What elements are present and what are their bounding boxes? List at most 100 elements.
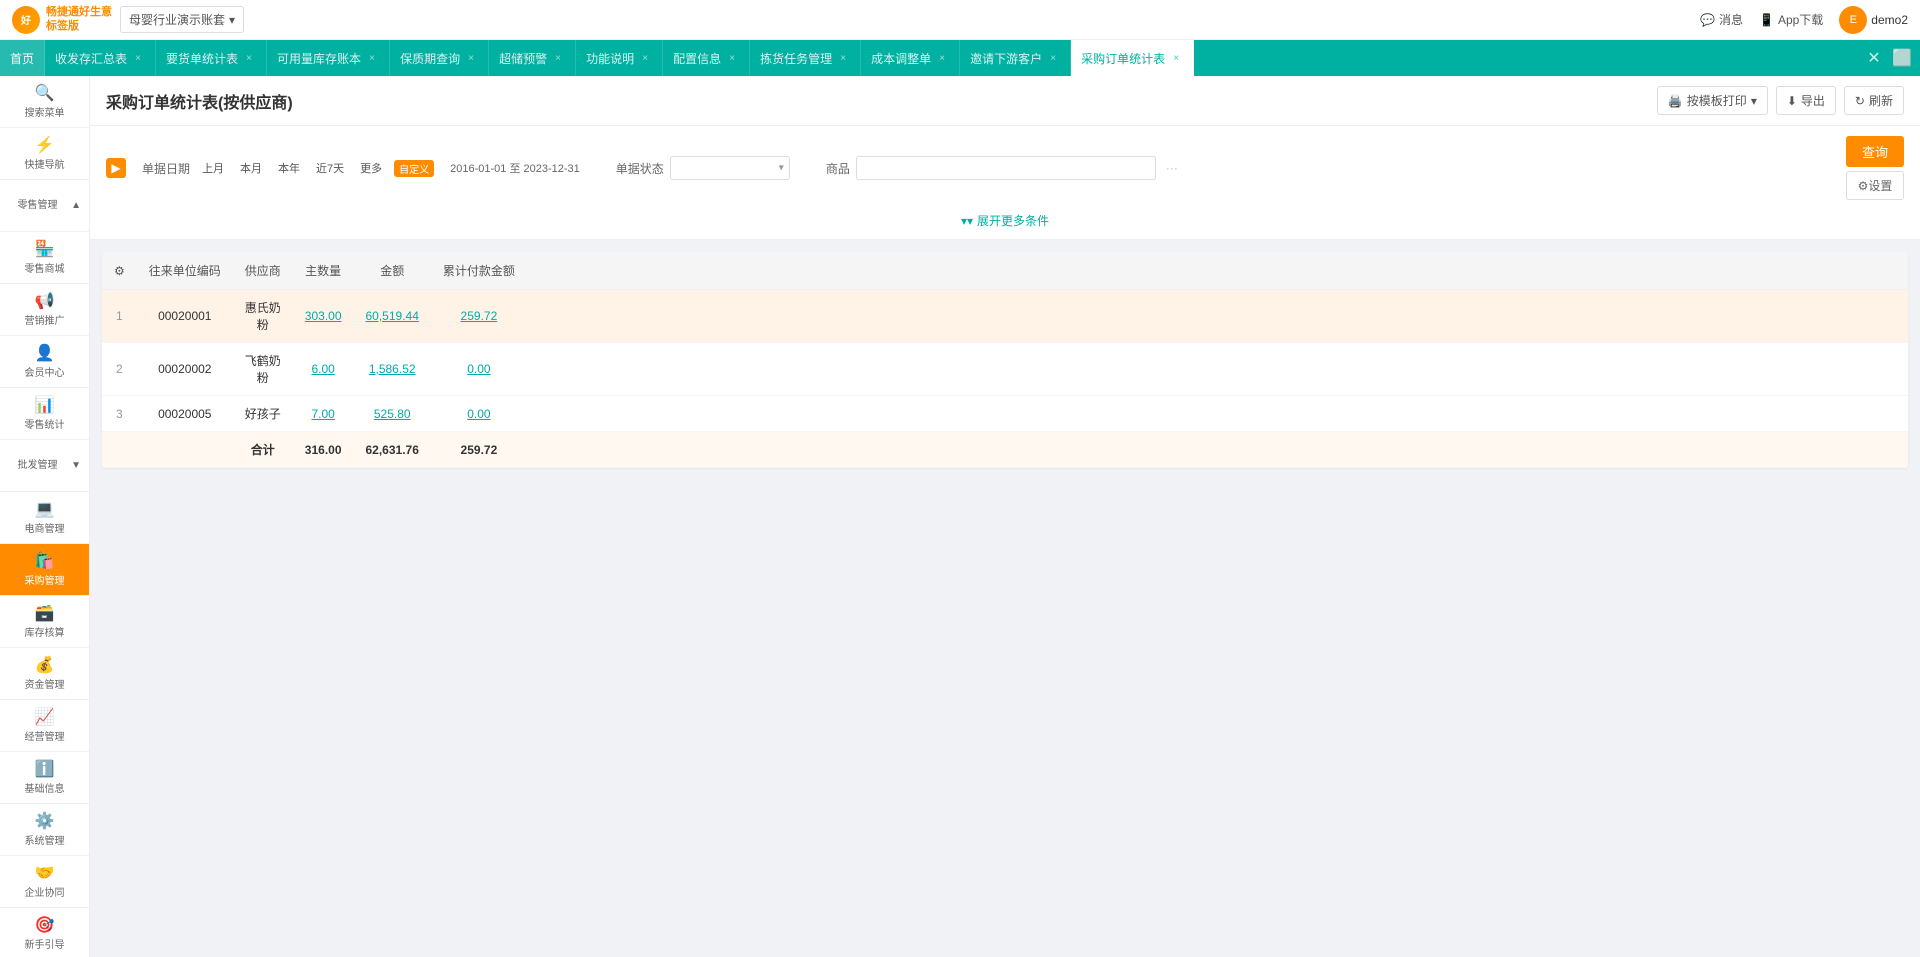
amount-link[interactable]: 525.80 bbox=[374, 407, 411, 421]
close-tab-function-desc[interactable]: × bbox=[638, 51, 652, 65]
app-download-button[interactable]: 📱 App下载 bbox=[1759, 11, 1823, 28]
sidebar-item-inventory[interactable]: 🗃️ 库存核算 bbox=[0, 596, 89, 648]
main-content: 采购订单统计表(按供应商) 🖨️ 按模板打印 ▾ ⬇ 导出 ↻ 刷新 bbox=[90, 76, 1920, 957]
footer-amount: 62,631.76 bbox=[354, 432, 431, 468]
col-supplier: 供应商 bbox=[233, 252, 293, 290]
expand-filters-button[interactable]: ▾▾ 展开更多条件 bbox=[961, 212, 1049, 229]
filter-row-1: ▶ 单据日期 上月 本月 本年 近7天 更多 自定义 2016-01-01 至 … bbox=[106, 136, 1904, 200]
page-header: 采购订单统计表(按供应商) 🖨️ 按模板打印 ▾ ⬇ 导出 ↻ 刷新 bbox=[90, 76, 1920, 126]
close-tab-available-stock[interactable]: × bbox=[365, 51, 379, 65]
query-button[interactable]: 查询 bbox=[1846, 136, 1904, 167]
template-print-button[interactable]: 🖨️ 按模板打印 ▾ bbox=[1657, 86, 1768, 115]
paid-link[interactable]: 0.00 bbox=[467, 407, 490, 421]
amount-link[interactable]: 1,586.52 bbox=[369, 362, 416, 376]
chevron-down-icon: ▼ bbox=[71, 460, 81, 471]
expand-icon: ▾▾ bbox=[961, 214, 973, 228]
paid-link[interactable]: 259.72 bbox=[461, 309, 498, 323]
date-shortcuts: 上月 本月 本年 近7天 更多 bbox=[196, 158, 388, 178]
goods-input[interactable] bbox=[856, 156, 1156, 180]
sidebar-item-member[interactable]: 👤 会员中心 bbox=[0, 336, 89, 388]
sidebar-item-marketing[interactable]: 📢 营销推广 bbox=[0, 284, 89, 336]
tab-overstock-alert[interactable]: 超储预警 × bbox=[489, 40, 576, 76]
close-all-tabs-button[interactable]: ✕ bbox=[1864, 48, 1884, 68]
supplier-cell: 惠氏奶粉 bbox=[233, 290, 293, 343]
tab-purchase-summary[interactable]: 采购订单统计表 × bbox=[1071, 40, 1194, 76]
sidebar-item-quicknav[interactable]: ⚡ 快捷导航 bbox=[0, 128, 89, 180]
unit-code-cell: 00020005 bbox=[137, 396, 233, 432]
sidebar-item-basic-info[interactable]: ℹ️ 基础信息 bbox=[0, 752, 89, 804]
export-icon: ⬇ bbox=[1787, 94, 1797, 108]
message-button[interactable]: 💬 消息 bbox=[1700, 11, 1743, 28]
close-tab-warranty-query[interactable]: × bbox=[464, 51, 478, 65]
tab-function-desc[interactable]: 功能说明 × bbox=[576, 40, 663, 76]
settings-button[interactable]: ⚙ 设置 bbox=[1846, 171, 1904, 200]
filter-toggle[interactable]: ▶ bbox=[106, 158, 126, 178]
data-table: ⚙ 往来单位编码 供应商 主数量 金额 累计付款金额 1 00020001 惠氏 bbox=[102, 252, 1908, 468]
purchase-icon: 🛍️ bbox=[35, 551, 55, 571]
sidebar-item-ecommerce[interactable]: 💻 电商管理 bbox=[0, 492, 89, 544]
sidebar-item-enterprise[interactable]: 🤝 企业协同 bbox=[0, 856, 89, 908]
sidebar-item-retail-mgmt[interactable]: 零售管理 ▲ bbox=[0, 180, 89, 232]
status-select[interactable] bbox=[670, 156, 790, 180]
sidebar-item-guide[interactable]: 🎯 新手引导 bbox=[0, 908, 89, 957]
close-tab-overstock-alert[interactable]: × bbox=[551, 51, 565, 65]
paid-link[interactable]: 0.00 bbox=[467, 362, 490, 376]
shortcut-7days[interactable]: 近7天 bbox=[310, 158, 350, 178]
close-tab-cost-adjust[interactable]: × bbox=[935, 51, 949, 65]
nav-tabs-end: ✕ ⬜ bbox=[1856, 48, 1920, 68]
shortcut-this-year[interactable]: 本年 bbox=[272, 158, 306, 178]
sidebar-item-operations[interactable]: 📈 经营管理 bbox=[0, 700, 89, 752]
paid-cell: 259.72 bbox=[431, 290, 527, 343]
page-title: 采购订单统计表(按供应商) bbox=[106, 89, 293, 113]
qty-link[interactable]: 7.00 bbox=[311, 407, 334, 421]
tab-config-info[interactable]: 配置信息 × bbox=[663, 40, 750, 76]
unit-code-cell: 00020002 bbox=[137, 343, 233, 396]
col-paid: 累计付款金额 bbox=[431, 252, 527, 290]
qty-link[interactable]: 303.00 bbox=[305, 309, 342, 323]
col-unit-code: 往来单位编码 bbox=[137, 252, 233, 290]
amount-cell: 1,586.52 bbox=[354, 343, 431, 396]
search-icon: 🔍 bbox=[35, 83, 55, 103]
export-button[interactable]: ⬇ 导出 bbox=[1776, 86, 1836, 115]
sidebar-item-purchase[interactable]: 🛍️ 采购管理 bbox=[0, 544, 89, 596]
tab-available-stock[interactable]: 可用量库存账本 × bbox=[267, 40, 390, 76]
shortcut-more[interactable]: 更多 bbox=[354, 158, 388, 178]
maximize-button[interactable]: ⬜ bbox=[1892, 48, 1912, 68]
amount-link[interactable]: 60,519.44 bbox=[366, 309, 419, 323]
table-row: 3 00020005 好孩子 7.00 525.80 0.00 bbox=[102, 396, 1908, 432]
tab-receive-summary[interactable]: 收发存汇总表 × bbox=[45, 40, 156, 76]
amount-cell: 525.80 bbox=[354, 396, 431, 432]
sidebar-item-system[interactable]: ⚙️ 系统管理 bbox=[0, 804, 89, 856]
row-num: 1 bbox=[102, 290, 137, 343]
tab-cost-adjust[interactable]: 成本调整单 × bbox=[861, 40, 960, 76]
operations-icon: 📈 bbox=[35, 707, 55, 727]
tab-order-summary[interactable]: 要货单统计表 × bbox=[156, 40, 267, 76]
close-tab-invite-downstream[interactable]: × bbox=[1046, 51, 1060, 65]
quicknav-icon: ⚡ bbox=[35, 135, 55, 155]
close-tab-receive-summary[interactable]: × bbox=[131, 51, 145, 65]
close-tab-picking-task[interactable]: × bbox=[836, 51, 850, 65]
tab-home[interactable]: 首页 bbox=[0, 40, 45, 76]
filter-actions: 查询 ⚙ 设置 bbox=[1846, 136, 1904, 200]
user-profile[interactable]: E demo2 bbox=[1839, 6, 1908, 34]
tab-invite-downstream[interactable]: 邀请下游客户 × bbox=[960, 40, 1071, 76]
shortcut-this-month[interactable]: 本月 bbox=[234, 158, 268, 178]
date-range-display: 2016-01-01 至 2023-12-31 bbox=[450, 160, 580, 176]
shortcut-last-month[interactable]: 上月 bbox=[196, 158, 230, 178]
sidebar-item-wholesale[interactable]: 批发管理 ▼ bbox=[0, 440, 89, 492]
refresh-button[interactable]: ↻ 刷新 bbox=[1844, 86, 1904, 115]
col-settings[interactable]: ⚙ bbox=[102, 252, 137, 290]
close-tab-purchase-summary[interactable]: × bbox=[1169, 51, 1183, 65]
tab-picking-task[interactable]: 拣货任务管理 × bbox=[750, 40, 861, 76]
close-tab-config-info[interactable]: × bbox=[725, 51, 739, 65]
sidebar-item-retail-mall[interactable]: 🏪 零售商城 bbox=[0, 232, 89, 284]
tab-warranty-query[interactable]: 保质期查询 × bbox=[390, 40, 489, 76]
close-tab-order-summary[interactable]: × bbox=[242, 51, 256, 65]
sidebar-item-finance[interactable]: 💰 资金管理 bbox=[0, 648, 89, 700]
chevron-down-icon: ▾ bbox=[229, 13, 235, 27]
goods-more-icon[interactable]: ··· bbox=[1166, 161, 1178, 175]
workspace-selector[interactable]: 母婴行业演示账套 ▾ bbox=[120, 6, 244, 33]
sidebar-item-search[interactable]: 🔍 搜索菜单 bbox=[0, 76, 89, 128]
qty-link[interactable]: 6.00 bbox=[311, 362, 334, 376]
sidebar-item-retail-stats[interactable]: 📊 零售统计 bbox=[0, 388, 89, 440]
